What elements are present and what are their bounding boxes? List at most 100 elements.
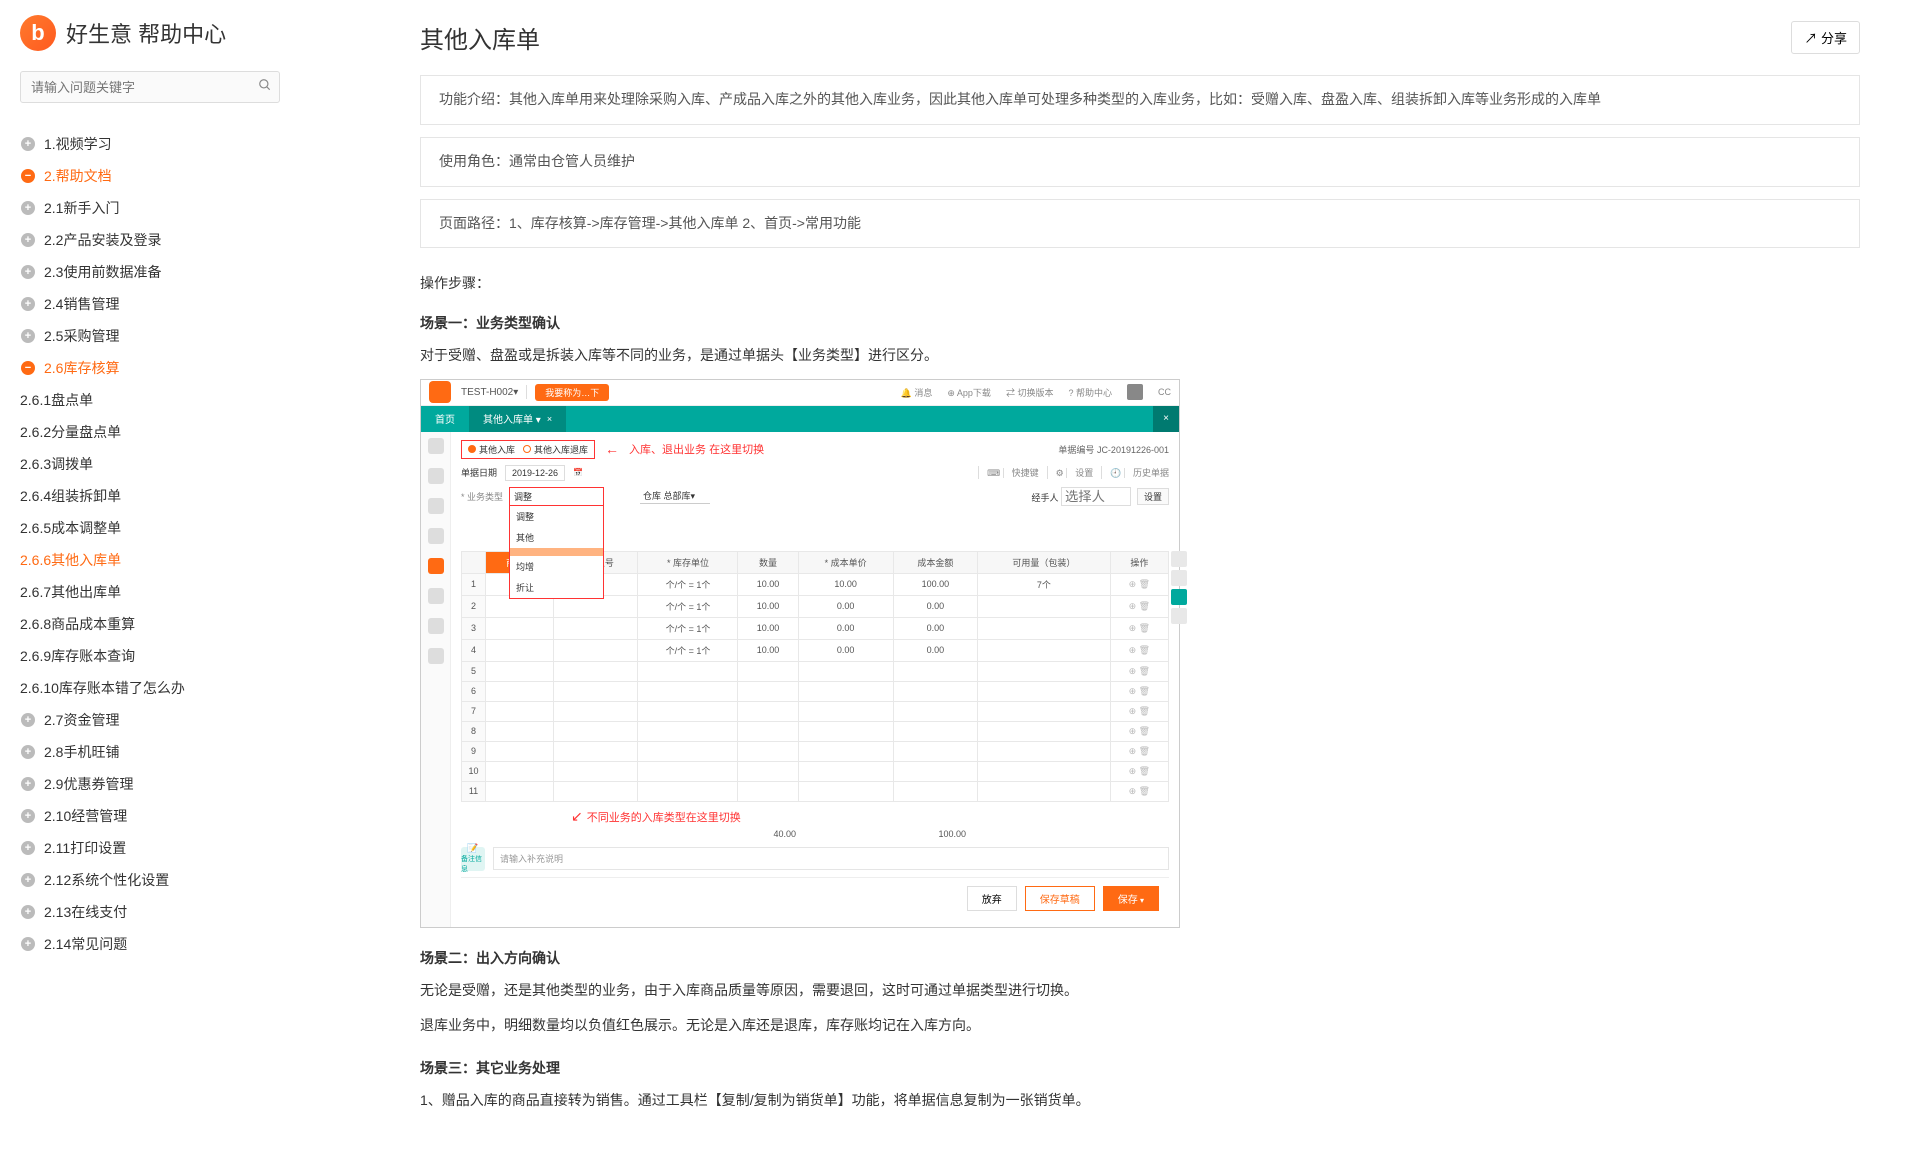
expand-icon <box>20 744 36 760</box>
nav-item[interactable]: 2.6.10库存账本错了怎么办 <box>20 672 300 704</box>
scene3-title: 场景三：其它业务处理 <box>420 1058 1860 1078</box>
remark-input: 请输入补充说明 <box>493 847 1169 870</box>
nav-item-label: 2.6.5成本调整单 <box>20 518 121 538</box>
nav-item-label: 2.6.8商品成本重算 <box>20 614 135 634</box>
nav-item-label: 2.4销售管理 <box>44 294 119 314</box>
tab-home: 首页 <box>421 406 469 432</box>
nav-item[interactable]: 2.6.7其他出库单 <box>20 576 300 608</box>
handler-field: 经手人 <box>1031 487 1131 506</box>
role-box: 使用角色：通常由仓管人员维护 <box>420 137 1860 187</box>
nav-item[interactable]: 2.8手机旺铺 <box>20 736 300 768</box>
nav-item[interactable]: 2.12系统个性化设置 <box>20 864 300 896</box>
nav-item-label: 2.12系统个性化设置 <box>44 870 169 890</box>
nav-item-label: 2.6.2分量盘点单 <box>20 422 121 442</box>
nav-item-label: 2.6.10库存账本错了怎么办 <box>20 678 185 698</box>
expand-icon <box>20 328 36 344</box>
nav-item-label: 2.10经营管理 <box>44 806 127 826</box>
nav-item[interactable]: 2.6.3调拨单 <box>20 448 300 480</box>
nav-item[interactable]: 1.视频学习 <box>20 128 300 160</box>
share-button[interactable]: ↗ 分享 <box>1791 21 1860 54</box>
expand-icon <box>20 808 36 824</box>
nav-item-label: 2.6.4组装拆卸单 <box>20 486 121 506</box>
steps-label: 操作步骤： <box>420 273 1860 293</box>
main-content: 其他入库单 ↗ 分享 功能介绍：其他入库单用来处理除采购入库、产成品入库之外的其… <box>300 0 1920 1163</box>
nav-item-label: 2.6.9库存账本查询 <box>20 646 135 666</box>
nav-item[interactable]: 2.帮助文档 <box>20 160 300 192</box>
biztype-dropdown: 调整 调整其他均增折让 <box>509 487 604 506</box>
download-icon: ⊕ App下载 <box>947 386 991 399</box>
expand-icon <box>20 904 36 920</box>
nav-item[interactable]: 2.6库存核算 <box>20 352 300 384</box>
date-label: 单据日期 <box>461 466 497 479</box>
close-all-icon: × <box>1153 406 1179 432</box>
hotkey-link: ⌨ 快捷键 <box>978 466 1039 479</box>
nav-item[interactable]: 2.6.9库存账本查询 <box>20 640 300 672</box>
brand-icon: b <box>20 15 56 51</box>
switch-icon: ⇄ 切换版本 <box>1006 386 1054 399</box>
nav-item[interactable]: 2.6.8商品成本重算 <box>20 608 300 640</box>
nav-item-label: 1.视频学习 <box>44 134 112 154</box>
nav-item[interactable]: 2.6.5成本调整单 <box>20 512 300 544</box>
search-box <box>20 71 280 103</box>
account-menu-icon: ▾ <box>513 387 518 398</box>
nav-item-label: 2.3使用前数据准备 <box>44 262 161 282</box>
nav-item[interactable]: 2.6.6其他入库单 <box>20 544 300 576</box>
nav-item[interactable]: 2.14常见问题 <box>20 928 300 960</box>
nav-item[interactable]: 2.11打印设置 <box>20 832 300 864</box>
annotation-arrow-icon: ← <box>605 441 619 457</box>
nav-item-label: 2.2产品安装及登录 <box>44 230 161 250</box>
promo-pill: 我要称为…下 <box>535 384 609 401</box>
app-brand-icon <box>429 381 451 403</box>
nav-item[interactable]: 2.10经营管理 <box>20 800 300 832</box>
topbar-icons: 🔔 消息 ⊕ App下载 ⇄ 切换版本 ? 帮助中心 CC <box>901 384 1171 400</box>
table-row: 4个/个 = 1个10.000.000.00⊕ 🗑 <box>462 639 1169 661</box>
search-icon[interactable] <box>258 78 272 95</box>
nav-item[interactable]: 2.13在线支付 <box>20 896 300 928</box>
nav-item-label: 2.6.6其他入库单 <box>20 550 121 570</box>
nav-item[interactable]: 2.1新手入门 <box>20 192 300 224</box>
user-name: CC <box>1158 387 1171 397</box>
bill-type-switch: 其他入库 其他入库退库 <box>461 440 595 459</box>
search-input[interactable] <box>20 71 280 103</box>
help-icon: ? 帮助中心 <box>1068 386 1112 399</box>
nav-item-label: 2.8手机旺铺 <box>44 742 119 762</box>
nav-item[interactable]: 2.6.4组装拆卸单 <box>20 480 300 512</box>
nav-item-label: 2.5采购管理 <box>44 326 119 346</box>
nav-item[interactable]: 2.5采购管理 <box>20 320 300 352</box>
nav-item-label: 2.14常见问题 <box>44 934 127 954</box>
nav-item[interactable]: 2.9优惠券管理 <box>20 768 300 800</box>
scene2-title: 场景二：出入方向确认 <box>420 948 1860 968</box>
nav-item[interactable]: 2.6.2分量盘点单 <box>20 416 300 448</box>
annotation2: 不同业务的入库类型在这里切换 <box>571 808 1169 825</box>
nav-item-label: 2.7资金管理 <box>44 710 119 730</box>
bell-icon: 🔔 消息 <box>901 386 933 399</box>
nav-item[interactable]: 2.3使用前数据准备 <box>20 256 300 288</box>
collapse-icon <box>20 360 36 376</box>
expand-icon <box>20 264 36 280</box>
bill-number: 单据编号 JC-20191226-001 <box>1058 443 1169 456</box>
nav-item-label: 2.13在线支付 <box>44 902 127 922</box>
nav-item-label: 2.1新手入门 <box>44 198 119 218</box>
nav-item-label: 2.6.1盘点单 <box>20 390 93 410</box>
biztype-label: * 业务类型 <box>461 490 503 503</box>
warehouse-select: 仓库 总部库▾ <box>640 488 710 504</box>
nav-item[interactable]: 2.2产品安装及登录 <box>20 224 300 256</box>
avatar-icon <box>1127 384 1143 400</box>
tab-current: 其他入库单 ▾× <box>469 406 566 432</box>
grid-settings: 设置 <box>1137 488 1169 505</box>
scene2-body2: 退库业务中，明细数量均以负值红色展示。无论是入库还是退库，库存账均记在入库方向。 <box>420 1013 1860 1038</box>
brand-logo[interactable]: b 好生意 帮助中心 <box>20 15 300 51</box>
collapse-icon <box>20 168 36 184</box>
nav-item[interactable]: 2.6.1盘点单 <box>20 384 300 416</box>
side-toolbar <box>1171 551 1187 624</box>
expand-icon <box>20 936 36 952</box>
expand-icon <box>20 232 36 248</box>
table-row: 11⊕ 🗑 <box>462 781 1169 801</box>
path-box: 页面路径：1、库存核算->库存管理->其他入库单 2、首页->常用功能 <box>420 199 1860 249</box>
expand-icon <box>20 296 36 312</box>
table-row: 10⊕ 🗑 <box>462 761 1169 781</box>
nav-item[interactable]: 2.4销售管理 <box>20 288 300 320</box>
share-icon: ↗ <box>1804 31 1817 46</box>
nav-item[interactable]: 2.7资金管理 <box>20 704 300 736</box>
expand-icon <box>20 872 36 888</box>
